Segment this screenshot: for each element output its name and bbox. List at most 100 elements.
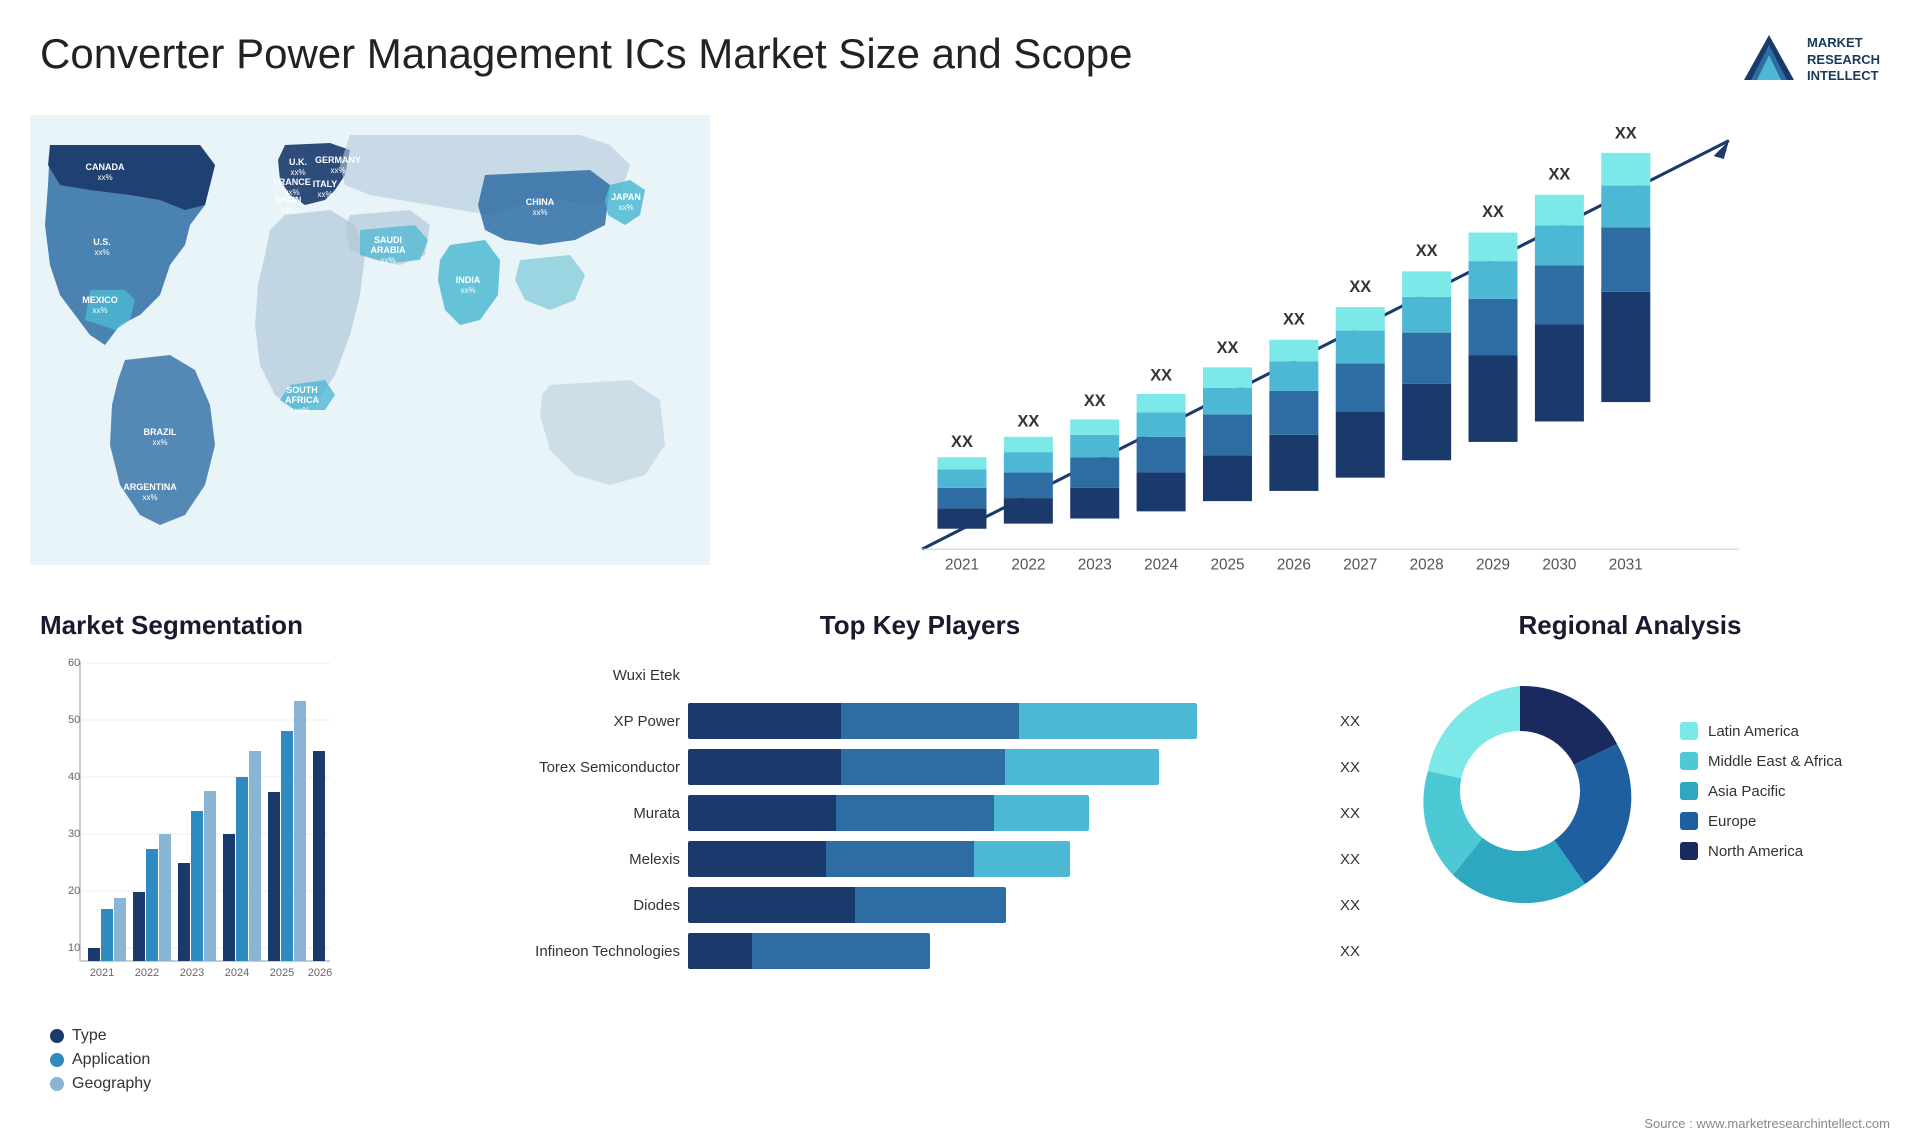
svg-text:ARGENTINA: ARGENTINA	[123, 482, 177, 492]
bottom-row: Market Segmentation 60 50 40 30 20 10	[20, 600, 1900, 1080]
svg-text:XX: XX	[1217, 339, 1239, 357]
seg-legend-application: Application	[50, 1051, 460, 1069]
bar-chart-svg: XX XX XX XX	[740, 110, 1860, 590]
player-xx-melexis: XX	[1340, 851, 1360, 868]
na-color	[1680, 842, 1698, 860]
svg-text:xx%: xx%	[142, 493, 157, 502]
svg-text:XX: XX	[1017, 413, 1039, 431]
player-bar-infineon	[688, 933, 1324, 969]
seg-legend-geography: Geography	[50, 1075, 460, 1093]
seg-legend: Type Application Geography	[50, 1027, 460, 1093]
regional-section: Regional Analysis	[1380, 610, 1880, 1070]
regional-legend: Latin America Middle East & Africa Asia …	[1680, 722, 1842, 860]
svg-text:U.K.: U.K.	[289, 157, 307, 167]
svg-text:xx%: xx%	[330, 166, 345, 175]
svg-text:XX: XX	[1615, 125, 1637, 143]
map-container: CANADA xx% U.S. xx% MEXICO xx% BRAZIL xx…	[30, 110, 710, 590]
svg-text:xx%: xx%	[294, 406, 309, 415]
player-name-diodes: Diodes	[480, 897, 680, 914]
svg-text:2025: 2025	[1210, 557, 1244, 574]
svg-text:BRAZIL: BRAZIL	[144, 427, 177, 437]
svg-text:2022: 2022	[1011, 557, 1045, 574]
svg-text:40: 40	[68, 771, 80, 783]
svg-text:2023: 2023	[180, 967, 204, 979]
segmentation-title: Market Segmentation	[40, 610, 460, 641]
map-section: CANADA xx% U.S. xx% MEXICO xx% BRAZIL xx…	[20, 100, 720, 600]
page-title: Converter Power Management ICs Market Si…	[40, 30, 1133, 78]
svg-text:10: 10	[68, 942, 80, 954]
player-name-xp: XP Power	[480, 713, 680, 730]
svg-text:xx%: xx%	[317, 190, 332, 199]
svg-text:xx%: xx%	[460, 286, 475, 295]
svg-text:XX: XX	[951, 433, 973, 451]
player-name-wuxi: Wuxi Etek	[480, 667, 680, 684]
player-row-diodes: Diodes XX	[480, 887, 1360, 923]
svg-text:XX: XX	[1416, 242, 1438, 260]
svg-text:MEXICO: MEXICO	[82, 295, 118, 305]
player-row-murata: Murata XX	[480, 795, 1360, 831]
player-bar-melexis	[688, 841, 1324, 877]
player-xx-torex: XX	[1340, 759, 1360, 776]
source-text: Source : www.marketresearchintellect.com	[1644, 1116, 1890, 1131]
player-name-torex: Torex Semiconductor	[480, 759, 680, 776]
player-bar-murata	[688, 795, 1324, 831]
svg-text:INDIA: INDIA	[456, 275, 481, 285]
svg-text:XX: XX	[1482, 203, 1504, 221]
type-dot	[50, 1029, 64, 1043]
svg-text:xx%: xx%	[92, 306, 107, 315]
apac-label: Asia Pacific	[1708, 783, 1786, 800]
player-row-infineon: Infineon Technologies XX	[480, 933, 1360, 969]
apac-color	[1680, 782, 1698, 800]
regional-legend-na: North America	[1680, 842, 1842, 860]
svg-text:FRANCE: FRANCE	[273, 177, 311, 187]
na-label: North America	[1708, 843, 1803, 860]
svg-text:2031: 2031	[1609, 557, 1643, 574]
europe-label: Europe	[1708, 813, 1756, 830]
svg-text:2024: 2024	[225, 967, 249, 979]
svg-text:CANADA: CANADA	[86, 162, 125, 172]
svg-text:GERMANY: GERMANY	[315, 155, 361, 165]
player-name-infineon: Infineon Technologies	[480, 943, 680, 960]
regional-chart-area: Latin America Middle East & Africa Asia …	[1380, 651, 1880, 931]
svg-text:2029: 2029	[1476, 557, 1510, 574]
svg-text:XX: XX	[1349, 278, 1371, 296]
svg-text:2030: 2030	[1542, 557, 1576, 574]
top-row: CANADA xx% U.S. xx% MEXICO xx% BRAZIL xx…	[20, 100, 1900, 600]
player-xx-diodes: XX	[1340, 897, 1360, 914]
svg-text:2021: 2021	[90, 967, 114, 979]
segmentation-section: Market Segmentation 60 50 40 30 20 10	[40, 610, 460, 1070]
geography-dot	[50, 1077, 64, 1091]
svg-text:xx%: xx%	[618, 203, 633, 212]
svg-text:SPAIN: SPAIN	[275, 195, 302, 205]
svg-text:2021: 2021	[945, 557, 979, 574]
bar-chart-section: XX XX XX XX	[720, 100, 1900, 600]
regional-legend-mea: Middle East & Africa	[1680, 752, 1842, 770]
svg-text:xx%: xx%	[532, 208, 547, 217]
mea-label: Middle East & Africa	[1708, 753, 1842, 770]
donut-chart	[1380, 651, 1660, 931]
svg-text:2026: 2026	[308, 967, 332, 979]
svg-text:2028: 2028	[1410, 557, 1444, 574]
svg-text:SOUTH: SOUTH	[286, 385, 318, 395]
player-bar-wuxi	[688, 657, 1360, 693]
svg-text:2024: 2024	[1144, 557, 1179, 574]
svg-text:ARABIA: ARABIA	[371, 245, 406, 255]
svg-text:CHINA: CHINA	[526, 197, 555, 207]
svg-text:AFRICA: AFRICA	[285, 395, 319, 405]
svg-text:20: 20	[68, 885, 80, 897]
svg-text:2022: 2022	[135, 967, 159, 979]
svg-text:XX: XX	[1549, 165, 1571, 183]
svg-text:XX: XX	[1283, 310, 1305, 328]
seg-legend-type: Type	[50, 1027, 460, 1045]
svg-text:XX: XX	[1150, 367, 1172, 385]
header: Converter Power Management ICs Market Si…	[0, 0, 1920, 100]
svg-text:2027: 2027	[1343, 557, 1377, 574]
svg-text:xx%: xx%	[97, 173, 112, 182]
application-dot	[50, 1053, 64, 1067]
player-row-xp: XP Power XX	[480, 703, 1360, 739]
europe-color	[1680, 812, 1698, 830]
svg-text:2023: 2023	[1078, 557, 1112, 574]
logo-area: MARKET RESEARCH INTELLECT	[1739, 30, 1880, 90]
latin-america-label: Latin America	[1708, 723, 1799, 740]
player-row-melexis: Melexis XX	[480, 841, 1360, 877]
